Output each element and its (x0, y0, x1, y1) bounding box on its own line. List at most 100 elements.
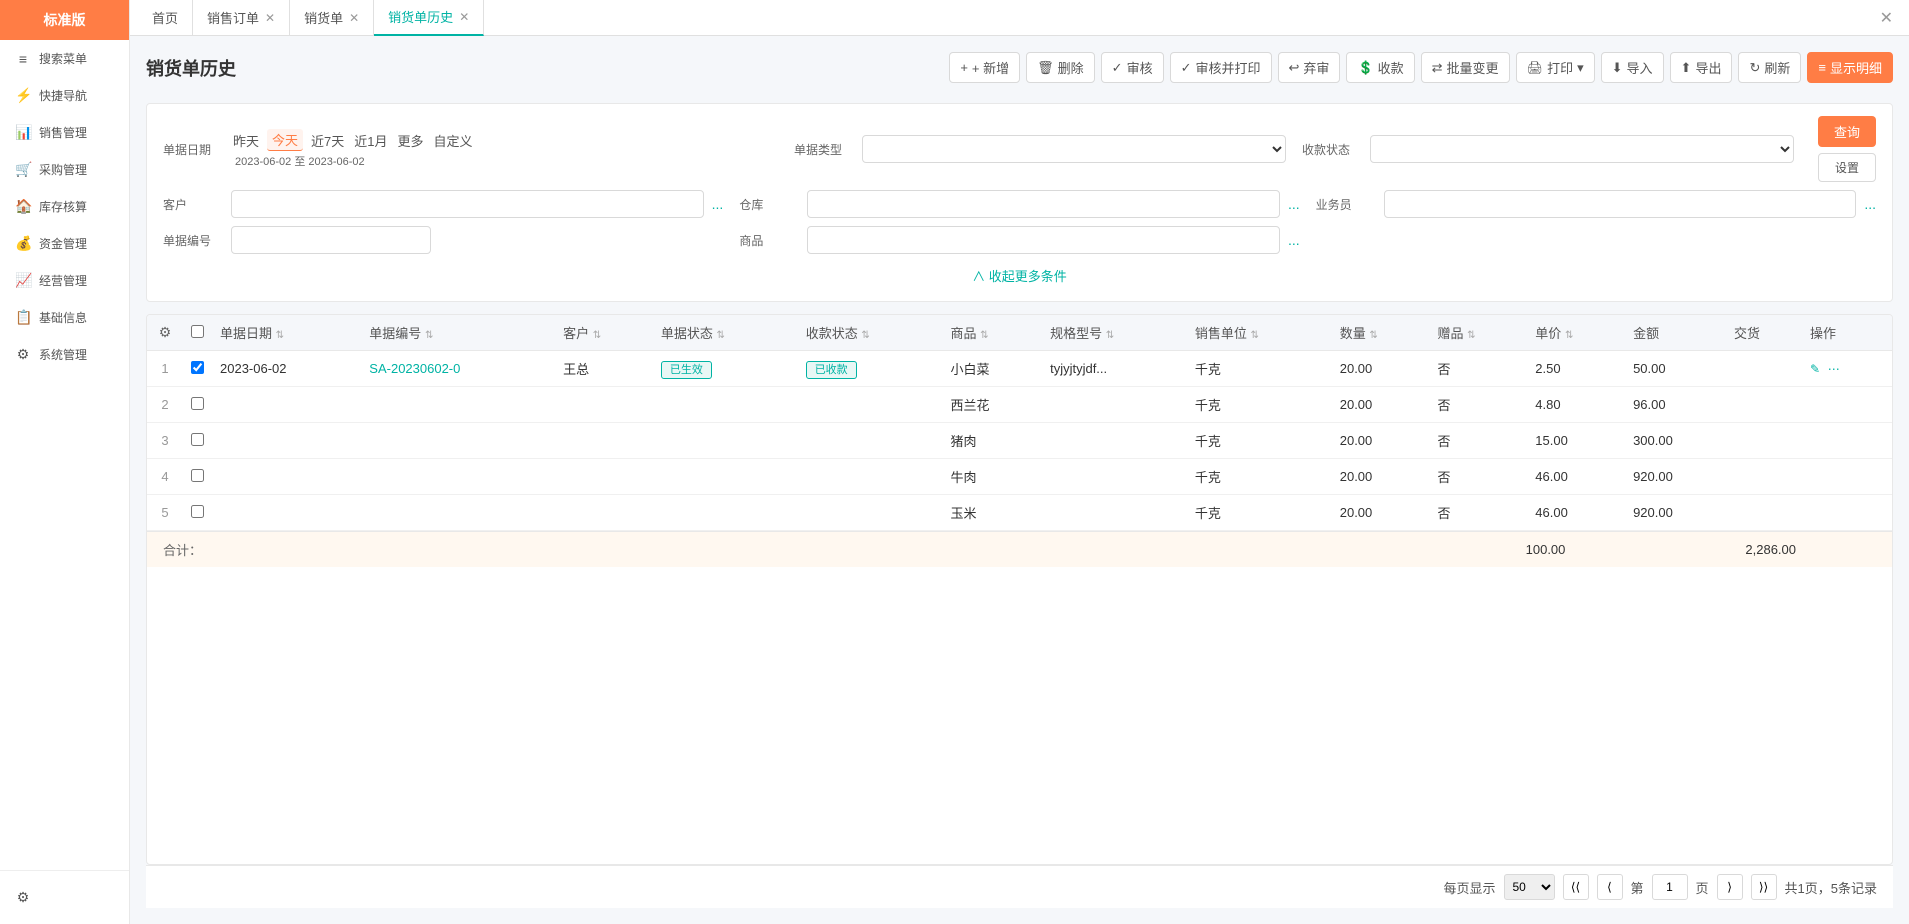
shortcut-yesterday[interactable]: 昨天 (231, 131, 261, 150)
filter-salesperson-input[interactable] (1384, 190, 1857, 218)
cell-checkbox-3[interactable] (183, 459, 212, 495)
cell-gift-2: 否 (1430, 423, 1528, 459)
sidebar-item-inventory-calc[interactable]: 🏠 库存核算 (0, 188, 129, 225)
tab-sales-history[interactable]: 销货单历史 ✕ (374, 0, 484, 36)
next-page-btn[interactable]: ⟩ (1717, 874, 1743, 900)
refresh-button[interactable]: ↻ 刷新 (1738, 52, 1801, 83)
filter-goods-input[interactable] (807, 226, 1280, 254)
prev-page-btn[interactable]: ⟨ (1597, 874, 1623, 900)
batch-change-button[interactable]: ⇄ 批量变更 (1421, 52, 1510, 83)
sidebar-item-quick-nav[interactable]: ⚡ 快捷导航 (0, 77, 129, 114)
shortcut-1month[interactable]: 近1月 (352, 131, 389, 150)
page-header: 销货单历史 + + 新增 🗑 删除 ✓ 审核 ✓ 审核并打印 (146, 52, 1893, 95)
audit-print-icon: ✓ (1181, 60, 1192, 76)
col-collect-status[interactable]: 收款状态 ⇅ (798, 315, 943, 351)
cell-qty-1: 20.00 (1332, 387, 1430, 423)
col-deal: 交货 (1726, 315, 1802, 351)
tab-sales-goods-close[interactable]: ✕ (349, 11, 359, 25)
sidebar-item-search-menu[interactable]: ≡ 搜索菜单 (0, 40, 129, 77)
last-page-btn[interactable]: ⟩⟩ (1751, 874, 1777, 900)
row-checkbox-0[interactable] (191, 361, 204, 374)
window-close-btn[interactable]: ✕ (1872, 8, 1901, 28)
more-btn-0[interactable]: ⋯ (1828, 362, 1840, 376)
tab-sales-goods-label: 销货单 (304, 8, 343, 27)
cell-action-0: ✎ ⋯ (1802, 351, 1892, 387)
cell-customer-2 (555, 423, 653, 459)
cell-checkbox-1[interactable] (183, 387, 212, 423)
export-button[interactable]: ⬆ 导出 (1670, 52, 1733, 83)
sidebar-bottom-btn1[interactable]: ⚙ (0, 879, 129, 916)
tab-sales-goods[interactable]: 销货单 ✕ (290, 0, 374, 36)
sidebar-item-sales-mgmt[interactable]: 📊 销售管理 (0, 114, 129, 151)
filter-collapse-btn[interactable]: ∧ 收起更多条件 (163, 262, 1876, 289)
tab-sales-history-close[interactable]: ✕ (459, 10, 469, 24)
customer-picker-btn[interactable]: ... (712, 196, 724, 212)
col-doc-status[interactable]: 单据状态 ⇅ (653, 315, 798, 351)
cell-checkbox-4[interactable] (183, 495, 212, 531)
tab-home[interactable]: 首页 (138, 0, 193, 36)
col-unit[interactable]: 销售单位 ⇅ (1187, 315, 1332, 351)
col-gift[interactable]: 赠品 ⇅ (1430, 315, 1528, 351)
print-button[interactable]: 🖨 打印 ▾ (1516, 52, 1595, 83)
shortcut-custom[interactable]: 自定义 (432, 131, 475, 150)
filter-doctype-select[interactable] (862, 135, 1286, 163)
tab-sales-order[interactable]: 销售订单 ✕ (193, 0, 290, 36)
sidebar-item-sys-mgmt[interactable]: ⚙ 系统管理 (0, 336, 129, 373)
shortcut-more[interactable]: 更多 (396, 131, 426, 150)
show-detail-button[interactable]: ≡ 显示明细 (1807, 52, 1893, 83)
shortcut-7days[interactable]: 近7天 (309, 131, 346, 150)
row-checkbox-3[interactable] (191, 469, 204, 482)
filter-warehouse-input[interactable] (807, 190, 1280, 218)
first-page-btn[interactable]: ⟨⟨ (1563, 874, 1589, 900)
edit-btn-0[interactable]: ✎ (1810, 362, 1820, 376)
sidebar-item-fund-mgmt[interactable]: 💰 资金管理 (0, 225, 129, 262)
cell-collectstatus-3 (798, 459, 943, 495)
row-checkbox-4[interactable] (191, 505, 204, 518)
col-goods[interactable]: 商品 ⇅ (943, 315, 1043, 351)
col-customer[interactable]: 客户 ⇅ (555, 315, 653, 351)
filter-row-1: 单据日期 昨天 今天 近7天 近1月 更多 自定义 2023-06-02 至 2… (163, 116, 1876, 182)
collect-button[interactable]: 💲 收款 (1346, 52, 1414, 83)
goods-picker-btn[interactable]: ... (1288, 232, 1300, 248)
col-spec[interactable]: 规格型号 ⇅ (1042, 315, 1187, 351)
cell-checkbox-2[interactable] (183, 423, 212, 459)
abandon-button[interactable]: ↩ 弃审 (1278, 52, 1341, 83)
cell-price-4: 46.00 (1527, 495, 1625, 531)
page-input[interactable] (1652, 874, 1688, 900)
row-checkbox-2[interactable] (191, 433, 204, 446)
delete-button[interactable]: 🗑 删除 (1026, 52, 1095, 83)
sidebar-item-ops-mgmt[interactable]: 📈 经营管理 (0, 262, 129, 299)
select-all-checkbox[interactable] (191, 325, 204, 338)
add-button[interactable]: + + 新增 (949, 52, 1020, 83)
sidebar-item-base-info[interactable]: 📋 基础信息 (0, 299, 129, 336)
audit-button[interactable]: ✓ 审核 (1101, 52, 1164, 83)
tab-sales-order-close[interactable]: ✕ (265, 11, 275, 25)
filter-collect-select[interactable] (1370, 135, 1794, 163)
col-gear[interactable]: ⚙ (147, 315, 183, 351)
set-button[interactable]: 设置 (1818, 153, 1876, 182)
col-date[interactable]: 单据日期 ⇅ (212, 315, 361, 351)
cell-gift-3: 否 (1430, 459, 1528, 495)
col-doc-no[interactable]: 单据编号 ⇅ (361, 315, 555, 351)
cell-checkbox-0[interactable] (183, 351, 212, 387)
col-qty[interactable]: 数量 ⇅ (1332, 315, 1430, 351)
table-header-row: ⚙ 单据日期 ⇅ 单据编号 ⇅ (147, 315, 1892, 351)
salesperson-picker-btn[interactable]: ... (1864, 196, 1876, 212)
tab-home-label: 首页 (152, 8, 178, 27)
cell-price-0: 2.50 (1527, 351, 1625, 387)
gear-icon[interactable]: ⚙ (159, 324, 172, 340)
warehouse-picker-btn[interactable]: ... (1288, 196, 1300, 212)
col-price[interactable]: 单价 ⇅ (1527, 315, 1625, 351)
sidebar-item-purchase-mgmt[interactable]: 🛒 采购管理 (0, 151, 129, 188)
row-checkbox-1[interactable] (191, 397, 204, 410)
audit-print-button[interactable]: ✓ 审核并打印 (1170, 52, 1272, 83)
shortcut-today[interactable]: 今天 (267, 129, 303, 151)
col-checkbox[interactable] (183, 315, 212, 351)
cell-spec-1 (1042, 387, 1187, 423)
filter-customer-input[interactable] (231, 190, 704, 218)
query-button[interactable]: 查询 (1818, 116, 1876, 147)
cell-amount-4: 920.00 (1625, 495, 1726, 531)
filter-docno-input[interactable] (231, 226, 431, 254)
per-page-select[interactable]: 50 20 100 (1504, 874, 1555, 900)
import-button[interactable]: ⬇ 导入 (1601, 52, 1664, 83)
